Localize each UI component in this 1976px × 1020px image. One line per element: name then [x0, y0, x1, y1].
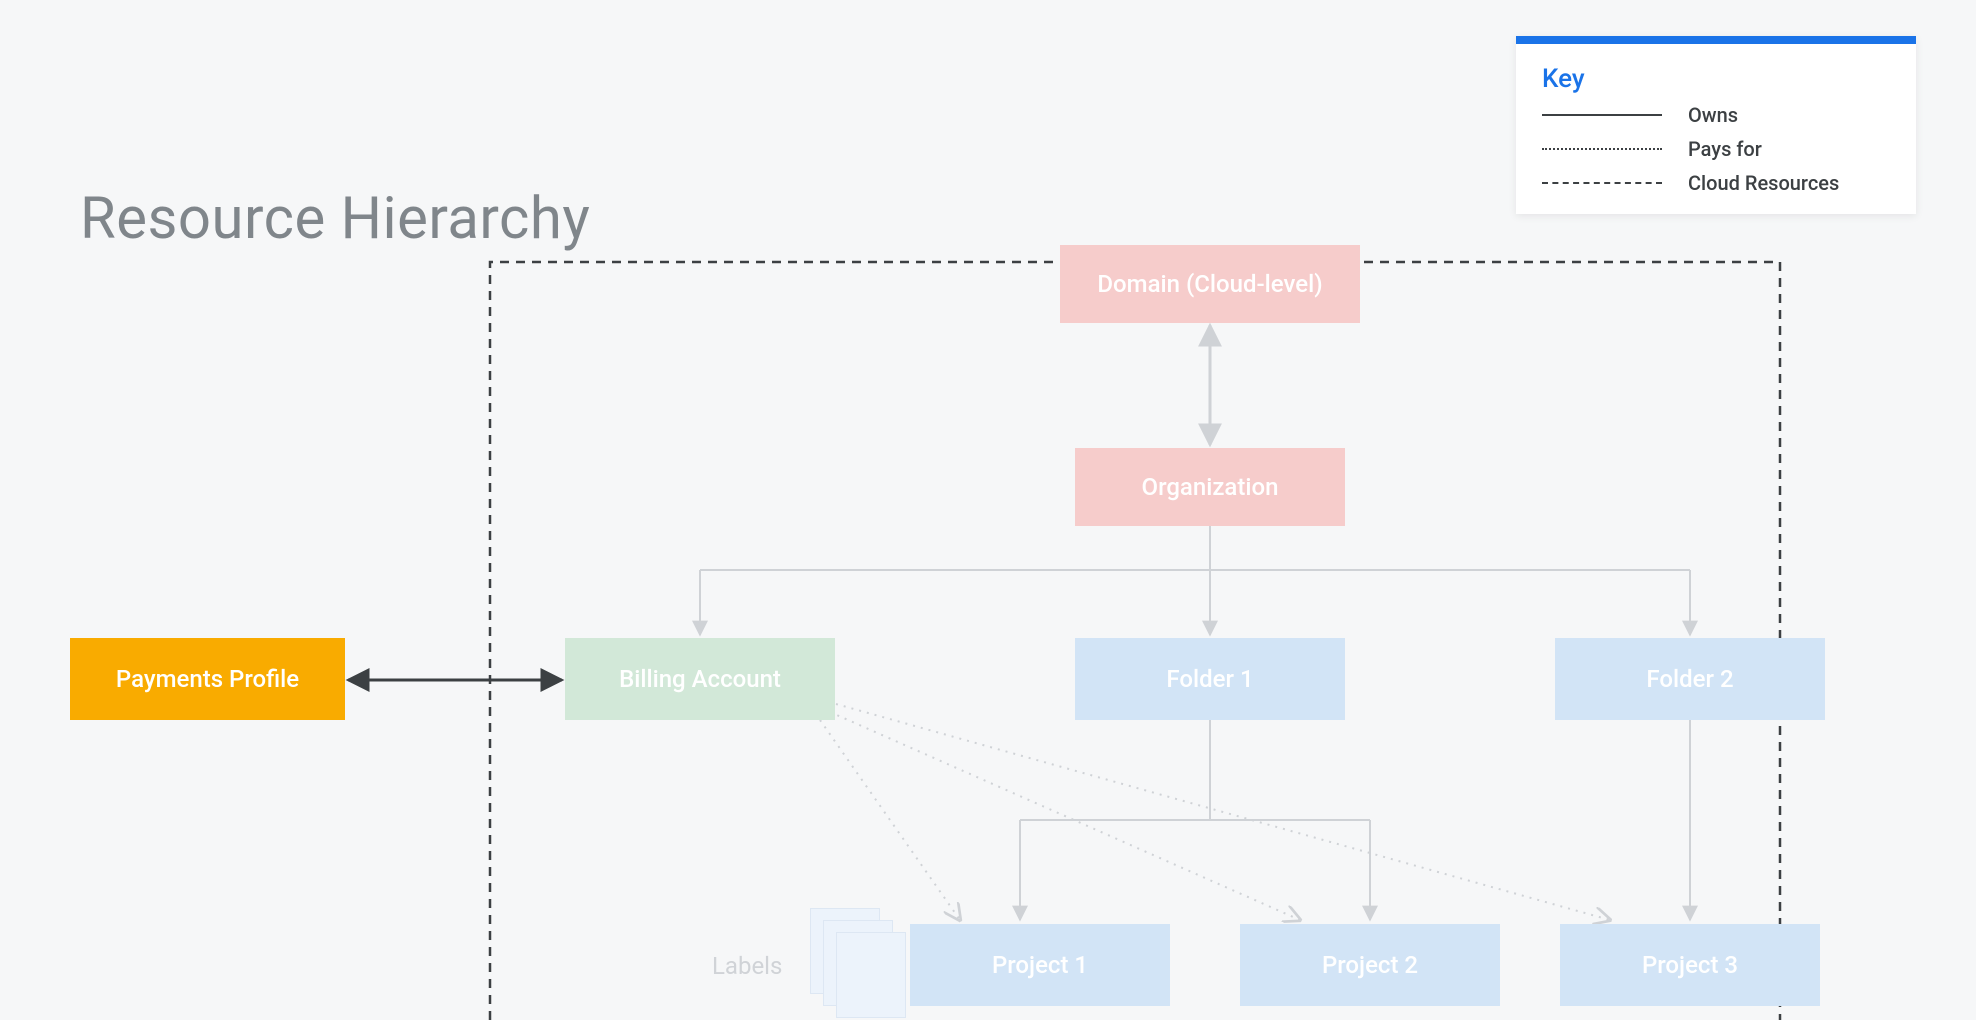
legend-line-dotted-icon — [1542, 148, 1662, 150]
node-project1-label: Project 1 — [992, 951, 1088, 979]
node-folder-2: Folder 2 — [1555, 638, 1825, 720]
node-organization-label: Organization — [1142, 473, 1279, 501]
labels-card-front — [836, 932, 906, 1018]
node-payments-label: Payments Profile — [116, 665, 299, 693]
legend-title: Key — [1542, 64, 1890, 94]
node-payments-profile: Payments Profile — [70, 638, 345, 720]
node-folder-1: Folder 1 — [1075, 638, 1345, 720]
legend-accent-bar — [1516, 36, 1916, 44]
legend-label-owns: Owns — [1688, 102, 1738, 128]
edge-billing-p3 — [836, 704, 1610, 920]
node-project3-label: Project 3 — [1642, 951, 1738, 979]
node-billing-label: Billing Account — [619, 665, 781, 693]
legend-panel: Key Owns Pays for Cloud Resources — [1516, 36, 1916, 214]
legend-row-owns: Owns — [1542, 102, 1890, 128]
diagram-title: Resource Hierarchy — [80, 185, 590, 253]
legend-line-dashed-icon — [1542, 182, 1662, 184]
node-project-3: Project 3 — [1560, 924, 1820, 1006]
node-project2-label: Project 2 — [1322, 951, 1418, 979]
legend-line-solid-icon — [1542, 114, 1662, 116]
legend-row-pays: Pays for — [1542, 136, 1890, 162]
edge-billing-p1 — [820, 720, 960, 920]
node-organization: Organization — [1075, 448, 1345, 526]
node-folder1-label: Folder 1 — [1166, 665, 1253, 693]
node-project-1: Project 1 — [910, 924, 1170, 1006]
node-domain-label: Domain (Cloud-level) — [1097, 270, 1322, 298]
node-project-2: Project 2 — [1240, 924, 1500, 1006]
edge-billing-p2 — [830, 712, 1300, 920]
legend-label-pays: Pays for — [1688, 136, 1762, 162]
node-domain: Domain (Cloud-level) — [1060, 245, 1360, 323]
legend-row-cloud: Cloud Resources — [1542, 170, 1890, 196]
labels-caption: Labels — [712, 952, 782, 980]
node-folder2-label: Folder 2 — [1646, 665, 1733, 693]
legend-label-cloud: Cloud Resources — [1688, 170, 1839, 196]
node-billing-account: Billing Account — [565, 638, 835, 720]
